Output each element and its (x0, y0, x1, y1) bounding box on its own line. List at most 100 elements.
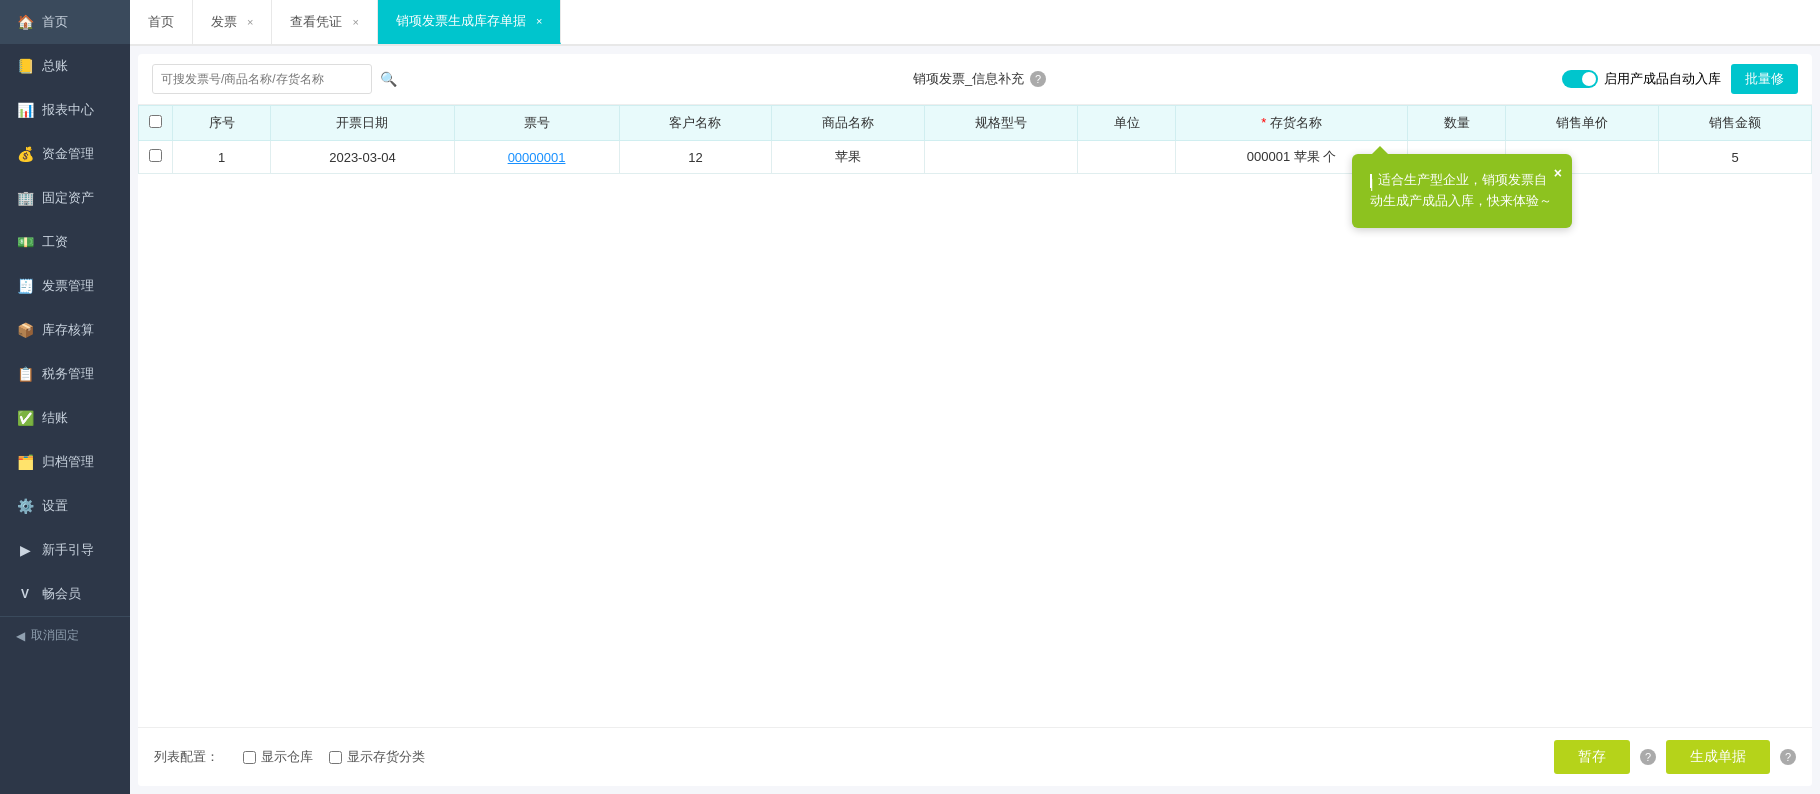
tooltip-close-button[interactable]: × (1554, 162, 1562, 184)
generate-button[interactable]: 生成单据 (1666, 740, 1770, 774)
batch-button[interactable]: 批量修 (1731, 64, 1798, 94)
sidebar-label-home: 首页 (42, 13, 68, 31)
sidebar-label-tax-management: 税务管理 (42, 365, 94, 383)
ledger-icon: 📒 (16, 58, 34, 74)
sidebar-item-fixed-assets[interactable]: 🏢 固定资产 (0, 176, 130, 220)
content-area: 🔍 销项发票_信息补充 ? 启用产成品自动入库 批量修 (138, 54, 1812, 786)
row-checkbox-0[interactable] (139, 141, 173, 174)
sidebar-label-guide: 新手引导 (42, 541, 94, 559)
header-unit-price: 销售单价 (1506, 106, 1659, 141)
header-unit: 单位 (1078, 106, 1176, 141)
sidebar-label-payroll: 工资 (42, 233, 68, 251)
report-icon: 📊 (16, 102, 34, 118)
show-warehouse-text: 显示仓库 (261, 748, 313, 766)
info-icon[interactable]: ? (1030, 71, 1046, 87)
show-warehouse-label[interactable]: 显示仓库 (243, 748, 313, 766)
sidebar-item-settings[interactable]: ⚙️ 设置 (0, 484, 130, 528)
center-label: 销项发票_信息补充 (913, 70, 1024, 88)
tab-home[interactable]: 首页 (130, 0, 193, 44)
main-area: 首页 发票 × 查看凭证 × 销项发票生成库存单据 × 🔍 销项发票_信息补充 … (130, 0, 1820, 794)
show-inventory-category-checkbox[interactable] (329, 751, 342, 764)
show-inventory-category-label[interactable]: 显示存货分类 (329, 748, 425, 766)
inventory-icon: 📦 (16, 322, 34, 338)
sidebar-item-fund-management[interactable]: 💰 资金管理 (0, 132, 130, 176)
tab-view-voucher[interactable]: 查看凭证 × (272, 0, 377, 44)
settings-icon: ⚙️ (16, 498, 34, 514)
table-header-row: 序号 开票日期 票号 客户名称 商品名称 规格型号 单位 存货名称 数量 销售单… (139, 106, 1812, 141)
sidebar-unfix[interactable]: ◀ 取消固定 (0, 616, 130, 654)
toolbar-left: 🔍 (152, 64, 397, 94)
sidebar-item-tax-management[interactable]: 📋 税务管理 (0, 352, 130, 396)
assets-icon: 🏢 (16, 190, 34, 206)
row-seq-0: 1 (173, 141, 271, 174)
home-icon: 🏠 (16, 14, 34, 30)
sidebar-item-invoice-management[interactable]: 🧾 发票管理 (0, 264, 130, 308)
sidebar-label-settle: 结账 (42, 409, 68, 427)
sidebar-label-member: 畅会员 (42, 585, 81, 603)
archive-icon: 🗂️ (16, 454, 34, 470)
list-config-label: 列表配置： (154, 748, 219, 766)
unfix-label: 取消固定 (31, 627, 79, 644)
row-select-0[interactable] (149, 149, 162, 162)
tab-sales-return-label: 销项发票生成库存单据 (396, 12, 526, 30)
tooltip-popup: × | 适合生产型企业，销项发票自动生成产成品入库，快来体验～ (1352, 154, 1572, 228)
generate-info-icon[interactable]: ? (1780, 749, 1796, 765)
tab-bar: 首页 发票 × 查看凭证 × 销项发票生成库存单据 × (130, 0, 1820, 46)
header-inventory-name: 存货名称 (1176, 106, 1408, 141)
toggle-label: 启用产成品自动入库 (1604, 70, 1721, 88)
sidebar-item-inventory[interactable]: 📦 库存核算 (0, 308, 130, 352)
header-spec-model: 规格型号 (925, 106, 1078, 141)
save-info-icon[interactable]: ? (1640, 749, 1656, 765)
tooltip-cursor: | (1370, 174, 1372, 188)
sidebar-item-payroll[interactable]: 💵 工资 (0, 220, 130, 264)
show-warehouse-checkbox[interactable] (243, 751, 256, 764)
tab-view-voucher-close[interactable]: × (352, 16, 358, 28)
sidebar-label-report-center: 报表中心 (42, 101, 94, 119)
sidebar-item-report-center[interactable]: 📊 报表中心 (0, 88, 130, 132)
tab-sales-return-close[interactable]: × (536, 15, 542, 27)
row-unit-0 (1078, 141, 1176, 174)
row-customer-0: 12 (619, 141, 772, 174)
sidebar-label-fund-management: 资金管理 (42, 145, 94, 163)
sidebar-item-settle[interactable]: ✅ 结账 (0, 396, 130, 440)
sidebar-item-guide[interactable]: ▶ 新手引导 (0, 528, 130, 572)
tab-sales-return[interactable]: 销项发票生成库存单据 × (378, 0, 561, 44)
bottom-bar: 列表配置： 显示仓库 显示存货分类 暂存 ? 生成单据 ? (138, 727, 1812, 786)
bottom-actions: 暂存 ? 生成单据 ? (1554, 740, 1796, 774)
invoice-icon: 🧾 (16, 278, 34, 294)
sidebar-label-fixed-assets: 固定资产 (42, 189, 94, 207)
header-invoice-no: 票号 (454, 106, 619, 141)
sidebar-item-member[interactable]: V 畅会员 (0, 572, 130, 616)
header-checkbox[interactable] (139, 106, 173, 141)
auto-warehouse-toggle[interactable] (1562, 70, 1598, 88)
unfix-icon: ◀ (16, 629, 25, 643)
header-open-date: 开票日期 (271, 106, 454, 141)
select-all-checkbox[interactable] (149, 115, 162, 128)
sidebar-item-general-ledger[interactable]: 📒 总账 (0, 44, 130, 88)
search-input[interactable] (152, 64, 372, 94)
toolbar-right: 启用产成品自动入库 批量修 (1562, 64, 1798, 94)
row-invoice-no-0[interactable]: 00000001 (454, 141, 619, 174)
sidebar-label-inventory: 库存核算 (42, 321, 94, 339)
row-sales-amount-0: 5 (1659, 141, 1812, 174)
search-icon[interactable]: 🔍 (380, 71, 397, 87)
toggle-wrapper: 启用产成品自动入库 (1562, 70, 1721, 88)
tooltip-text: 适合生产型企业，销项发票自动生成产成品入库，快来体验～ (1370, 172, 1552, 208)
row-spec-model-0 (925, 141, 1078, 174)
fund-icon: 💰 (16, 146, 34, 162)
tab-invoice-close[interactable]: × (247, 16, 253, 28)
sidebar-label-invoice-management: 发票管理 (42, 277, 94, 295)
tax-icon: 📋 (16, 366, 34, 382)
save-button[interactable]: 暂存 (1554, 740, 1630, 774)
sidebar-label-general-ledger: 总账 (42, 57, 68, 75)
toolbar-center: 销项发票_信息补充 ? (913, 70, 1046, 88)
sidebar-label-archive: 归档管理 (42, 453, 94, 471)
tab-view-voucher-label: 查看凭证 (290, 13, 342, 31)
sidebar-item-archive[interactable]: 🗂️ 归档管理 (0, 440, 130, 484)
header-product-name: 商品名称 (772, 106, 925, 141)
sidebar-item-home[interactable]: 🏠 首页 (0, 0, 130, 44)
tab-home-label: 首页 (148, 13, 174, 31)
toolbar: 🔍 销项发票_信息补充 ? 启用产成品自动入库 批量修 (138, 54, 1812, 105)
row-open-date-0: 2023-03-04 (271, 141, 454, 174)
tab-invoice[interactable]: 发票 × (193, 0, 272, 44)
